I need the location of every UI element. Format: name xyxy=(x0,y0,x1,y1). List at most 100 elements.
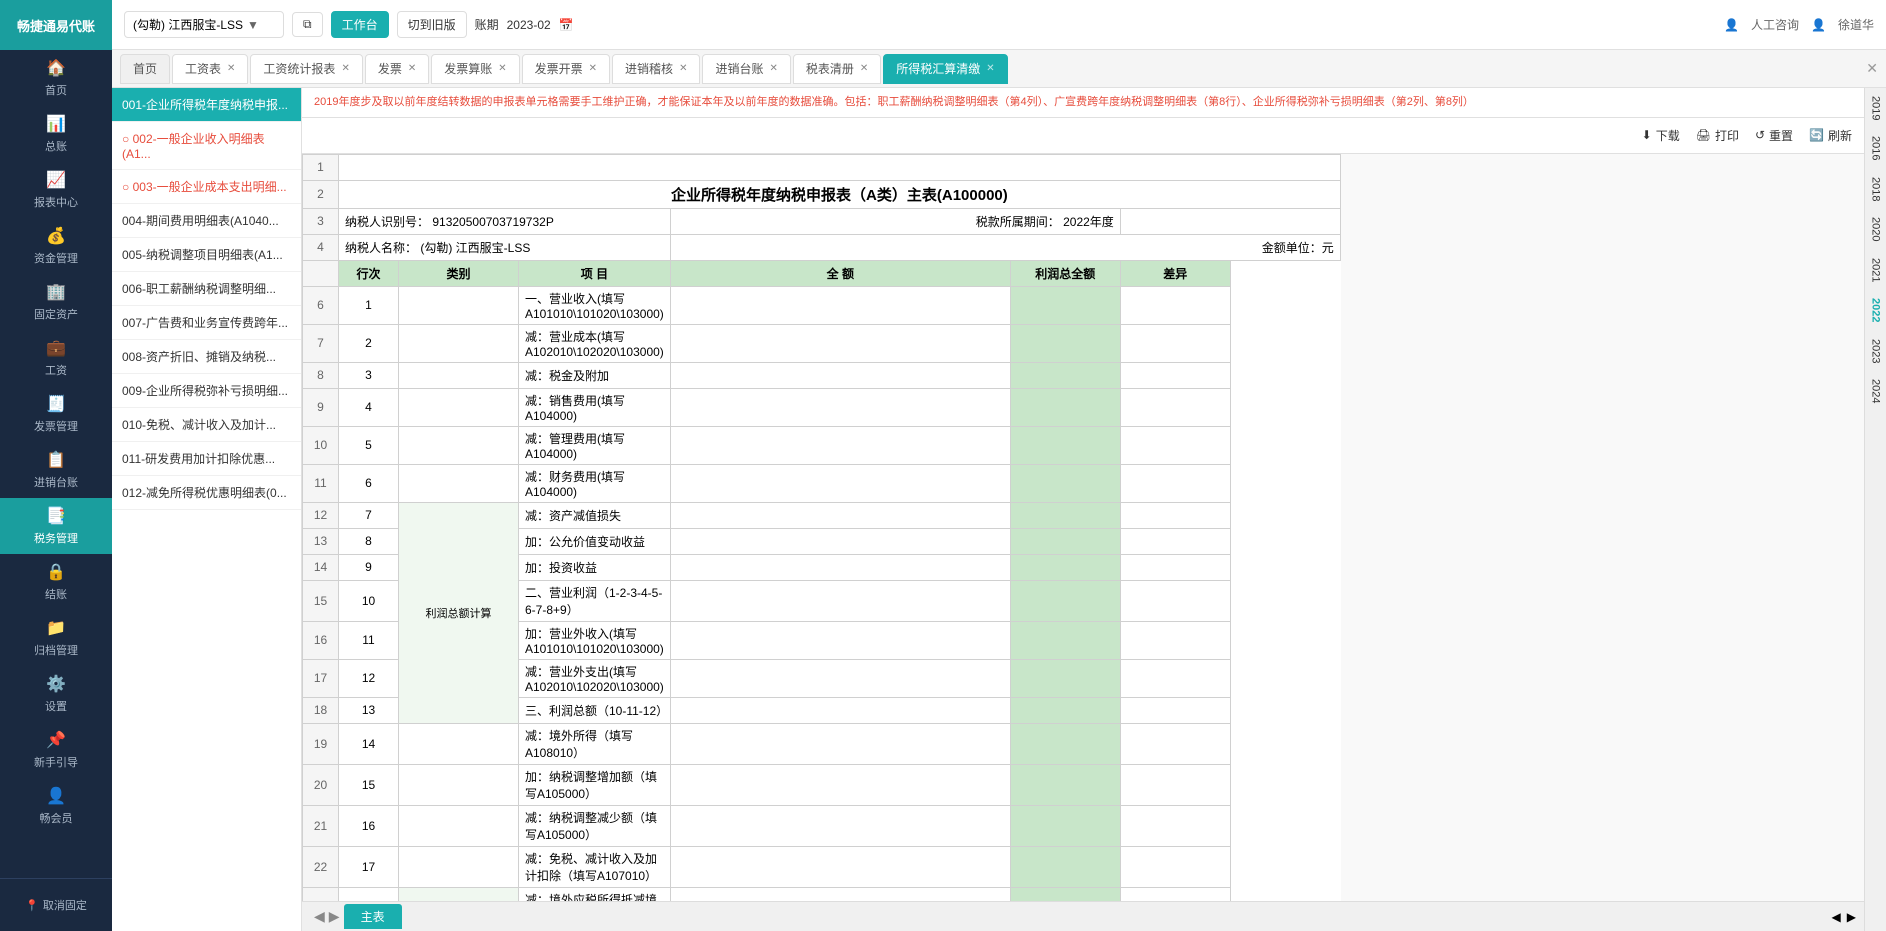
company-selector[interactable]: (勾勒) 江西服宝-LSS ▼ xyxy=(124,11,284,38)
list-item-005[interactable]: 005-纳税调整项目明细表(A1... xyxy=(112,238,301,272)
sidebar-item-reports[interactable]: 📈 报表中心 xyxy=(0,162,112,218)
scroll-right-icon[interactable]: ▶ xyxy=(1847,910,1856,924)
year-2016[interactable]: 2016 xyxy=(1870,128,1882,168)
table-row: 10 5 减：管理费用(填写A104000) xyxy=(303,426,1341,464)
sidebar-item-payroll[interactable]: 💼 工资 xyxy=(0,330,112,386)
workbench-button[interactable]: 工作台 xyxy=(331,11,389,38)
tab-purchase-check[interactable]: 进销稽核 ✕ xyxy=(612,54,700,84)
tab-tax-clear[interactable]: 税表清册 ✕ xyxy=(793,54,881,84)
user-avatar-icon: 👤 xyxy=(1811,18,1826,32)
calendar-icon: 📅 xyxy=(559,18,574,32)
sidebar-item-tax[interactable]: 📑 税务管理 xyxy=(0,498,112,554)
tab-label-invoice: 发票 xyxy=(378,60,402,77)
row-number: 1 xyxy=(303,154,339,180)
sidebar-label-guide: 新手引导 xyxy=(34,754,78,770)
list-item-004[interactable]: 004-期间费用明细表(A1040... xyxy=(112,204,301,238)
scroll-left-icon[interactable]: ◀ xyxy=(1832,910,1841,924)
right-year-panel: 2019 2016 2018 2020 2021 2022 2023 2024 xyxy=(1864,88,1886,931)
table-row: 7 2 减：营业成本(填写A102010\102020\103000) xyxy=(303,324,1341,362)
sidebar-item-member[interactable]: 👤 畅会员 xyxy=(0,778,112,834)
guide-icon: 📌 xyxy=(46,730,66,750)
sidebar-item-funds[interactable]: 💰 资金管理 xyxy=(0,218,112,274)
sales-icon: 📋 xyxy=(46,450,66,470)
list-item-002[interactable]: ○ 002-一般企业收入明细表(A1... xyxy=(112,122,301,170)
list-item-010[interactable]: 010-免税、减计收入及加计... xyxy=(112,408,301,442)
year-2021[interactable]: 2021 xyxy=(1870,250,1882,290)
refresh-button[interactable]: 🔄 刷新 xyxy=(1809,127,1852,144)
close-tab-sales-ledger[interactable]: ✕ xyxy=(769,63,777,74)
download-icon: ⬇ xyxy=(1642,128,1652,142)
download-button[interactable]: ⬇ 下载 xyxy=(1642,127,1680,144)
reset-button[interactable]: ↺ 重置 xyxy=(1755,127,1793,144)
table-row: 21 16 减：纳税调整减少额（填写A105000） xyxy=(303,805,1341,846)
list-item-003[interactable]: ○ 003-一般企业成本支出明细... xyxy=(112,170,301,204)
sidebar-item-invoices[interactable]: 🧾 发票管理 xyxy=(0,386,112,442)
sidebar-item-guide[interactable]: 📌 新手引导 xyxy=(0,722,112,778)
tab-payroll-stats[interactable]: 工资统计报表 ✕ xyxy=(250,54,362,84)
tab-income-tax[interactable]: 所得税汇算清缴 ✕ xyxy=(883,54,1007,84)
year-2020[interactable]: 2020 xyxy=(1870,209,1882,249)
sidebar-item-sales[interactable]: 📋 进销台账 xyxy=(0,442,112,498)
close-tab-purchase-check[interactable]: ✕ xyxy=(679,63,687,74)
tab-invoice[interactable]: 发票 ✕ xyxy=(365,54,429,84)
sheet-tab-main[interactable]: 主表 xyxy=(344,904,402,929)
tab-label-tax-clear: 税表清册 xyxy=(806,60,854,77)
tab-invoice-open[interactable]: 发票开票 ✕ xyxy=(522,54,610,84)
year-2022[interactable]: 2022 xyxy=(1870,290,1882,330)
app-logo: 畅捷通易代账 xyxy=(0,0,112,50)
sidebar-label-payroll: 工资 xyxy=(45,362,67,378)
tab-invoice-calc[interactable]: 发票算账 ✕ xyxy=(431,54,519,84)
tab-label-payroll-stats: 工资统计报表 xyxy=(263,60,335,77)
year-2019[interactable]: 2019 xyxy=(1870,88,1882,128)
list-item-001[interactable]: 001-企业所得税年度纳税申报... xyxy=(112,88,301,122)
list-item-006[interactable]: 006-职工薪酬纳税调整明细... xyxy=(112,272,301,306)
prev-sheet-icon[interactable]: ◀ xyxy=(314,908,325,925)
sidebar-item-archive[interactable]: 📁 归档管理 xyxy=(0,610,112,666)
close-all-button[interactable]: ✕ xyxy=(1866,60,1878,77)
close-tab-tax-clear[interactable]: ✕ xyxy=(860,63,868,74)
tax-period-label: 税款所属期间： xyxy=(976,215,1060,229)
list-item-012[interactable]: 012-减免所得税优惠明细表(0... xyxy=(112,476,301,510)
copy-button[interactable]: ⧉ xyxy=(292,12,323,37)
tab-home[interactable]: 首页 xyxy=(120,54,170,84)
main-area: (勾勒) 江西服宝-LSS ▼ ⧉ 工作台 切到旧版 账期 2023-02 📅 … xyxy=(112,0,1886,931)
year-2023[interactable]: 2023 xyxy=(1870,331,1882,371)
spreadsheet-wrapper[interactable]: 1 2 企业所得税年度纳税申报表（A类）主表(A100000) 3 xyxy=(302,154,1864,902)
pin-toggle[interactable]: 📍 取消固定 xyxy=(0,887,112,923)
sidebar-label-ledger: 总账 xyxy=(45,138,67,154)
tab-sales-ledger[interactable]: 进销台账 ✕ xyxy=(702,54,790,84)
close-tab-payroll[interactable]: ✕ xyxy=(227,63,235,74)
list-item-007[interactable]: 007-广告费和业务宣传费跨年... xyxy=(112,306,301,340)
tax-period-value: 2022年度 xyxy=(1063,215,1114,229)
row-number xyxy=(303,260,339,286)
close-tab-invoice[interactable]: ✕ xyxy=(408,63,416,74)
list-item-008[interactable]: 008-资产折旧、摊销及纳税... xyxy=(112,340,301,374)
print-button[interactable]: 🖨 打印 xyxy=(1696,127,1739,144)
next-sheet-icon[interactable]: ▶ xyxy=(329,908,340,925)
service-label[interactable]: 人工咨询 xyxy=(1751,16,1799,33)
list-item-011[interactable]: 011-研发费用加计扣除优惠... xyxy=(112,442,301,476)
close-tab-income-tax[interactable]: ✕ xyxy=(986,63,994,74)
sheet-toolbar: ⬇ 下载 🖨 打印 ↺ 重置 🔄 刷新 xyxy=(302,118,1864,154)
list-item-009[interactable]: 009-企业所得税弥补亏损明细... xyxy=(112,374,301,408)
sidebar-item-assets[interactable]: 🏢 固定资产 xyxy=(0,274,112,330)
period-label: 账期 xyxy=(475,16,499,33)
close-tab-invoice-open[interactable]: ✕ xyxy=(589,63,597,74)
topbar-right: 👤 人工咨询 👤 徐道华 xyxy=(1724,16,1874,33)
sidebar-item-close[interactable]: 🔒 结账 xyxy=(0,554,112,610)
sidebar-item-home[interactable]: 🏠 首页 xyxy=(0,50,112,106)
col-header-rownum: 行次 xyxy=(339,260,399,286)
close-tab-payroll-stats[interactable]: ✕ xyxy=(341,63,349,74)
year-2018[interactable]: 2018 xyxy=(1870,169,1882,209)
ledger-icon: 📊 xyxy=(46,114,66,134)
close-tab-invoice-calc[interactable]: ✕ xyxy=(498,63,506,74)
error-icon-003: ○ xyxy=(122,180,133,194)
sidebar-item-ledger[interactable]: 📊 总账 xyxy=(0,106,112,162)
pin-label: 取消固定 xyxy=(43,897,87,913)
sheet-tabs: ◀ ▶ 主表 ◀ ▶ xyxy=(302,901,1864,931)
year-2024[interactable]: 2024 xyxy=(1870,371,1882,411)
sidebar-item-settings[interactable]: ⚙️ 设置 xyxy=(0,666,112,722)
tab-payroll[interactable]: 工资表 ✕ xyxy=(172,54,248,84)
switch-old-button[interactable]: 切到旧版 xyxy=(397,11,467,38)
content-area: 001-企业所得税年度纳税申报... ○ 002-一般企业收入明细表(A1...… xyxy=(112,88,1886,931)
